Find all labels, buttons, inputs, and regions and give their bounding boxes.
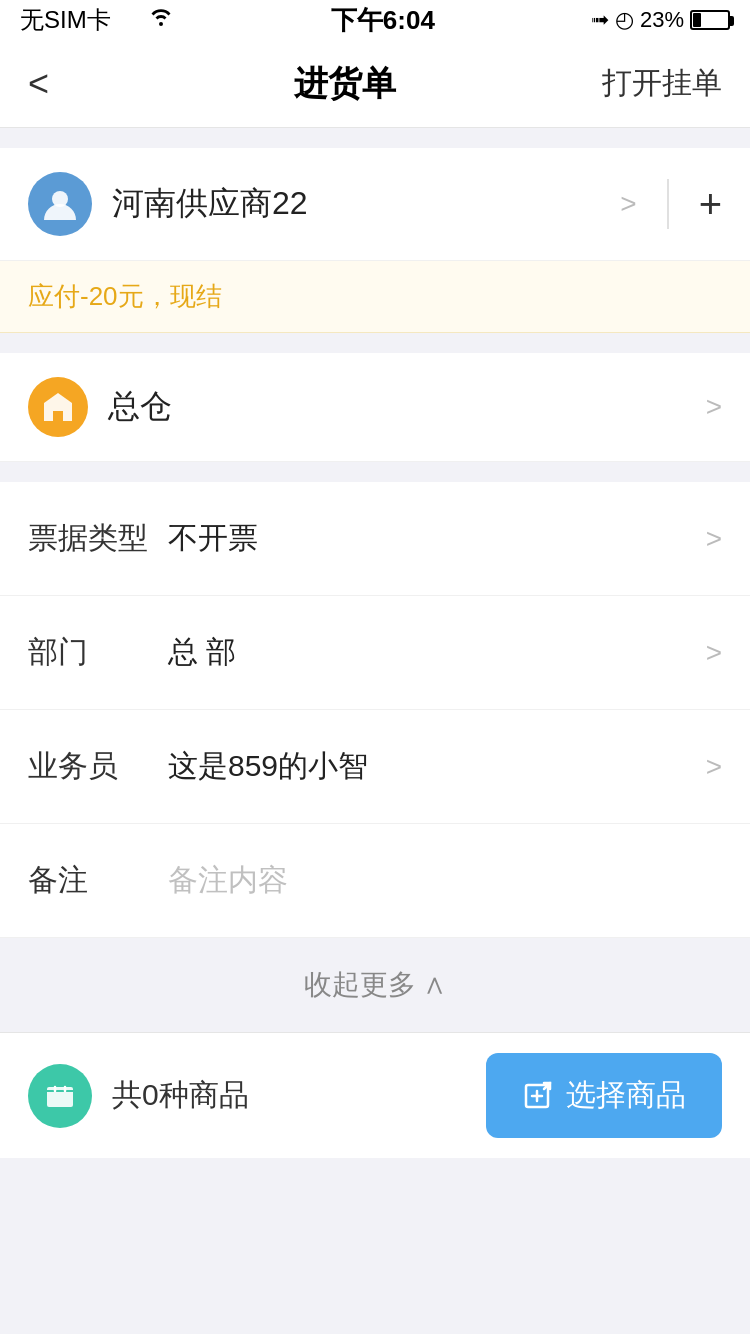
status-left: 无SIM卡 <box>20 4 175 36</box>
ticket-type-arrow: > <box>706 523 722 555</box>
divider <box>667 179 669 229</box>
salesperson-arrow: > <box>706 751 722 783</box>
ticket-type-value: 不开票 <box>168 518 696 559</box>
nav-bar: < 进货单 打开挂单 <box>0 40 750 128</box>
ticket-type-label: 票据类型 <box>28 518 168 559</box>
salesperson-label: 业务员 <box>28 746 168 787</box>
notice-text: 应付-20元，现结 <box>28 281 222 311</box>
supplier-avatar <box>28 172 92 236</box>
department-value: 总 部 <box>168 632 696 673</box>
collapse-label: 收起更多 ∧ <box>304 966 447 1004</box>
department-arrow: > <box>706 637 722 669</box>
warehouse-row[interactable]: 总仓 > <box>0 353 750 462</box>
add-button[interactable]: + <box>699 182 722 227</box>
back-button[interactable]: < <box>28 63 88 105</box>
wifi-icon <box>119 7 175 33</box>
warehouse-icon <box>28 377 88 437</box>
salesperson-row[interactable]: 业务员 这是859的小智 > <box>0 710 750 824</box>
section-gap-2 <box>0 333 750 353</box>
warehouse-chevron-icon: > <box>706 391 722 423</box>
select-product-label: 选择商品 <box>566 1075 686 1116</box>
battery-icon <box>690 10 730 30</box>
page-title: 进货单 <box>294 61 396 107</box>
supplier-name: 河南供应商22 <box>112 182 620 226</box>
collapse-button[interactable]: 收起更多 ∧ <box>0 938 750 1032</box>
product-count: 共0种商品 <box>112 1075 466 1116</box>
remark-row[interactable]: 备注 备注内容 <box>0 824 750 938</box>
supplier-section: 河南供应商22 > + 应付-20元，现结 <box>0 148 750 333</box>
department-row[interactable]: 部门 总 部 > <box>0 596 750 710</box>
form-section: 票据类型 不开票 > 部门 总 部 > 业务员 这是859的小智 > 备注 备注… <box>0 482 750 938</box>
remark-placeholder[interactable]: 备注内容 <box>168 860 722 901</box>
open-pending-button[interactable]: 打开挂单 <box>602 63 722 104</box>
section-gap-3 <box>0 462 750 482</box>
supplier-row[interactable]: 河南供应商22 > + <box>0 148 750 261</box>
salesperson-value: 这是859的小智 <box>168 746 696 787</box>
bottom-bar: 共0种商品 选择商品 <box>0 1032 750 1158</box>
warehouse-name: 总仓 <box>108 385 706 429</box>
carrier-label: 无SIM卡 <box>20 4 111 36</box>
battery-percent: 23% <box>640 7 684 33</box>
location-icon: ➟ <box>591 7 609 33</box>
department-label: 部门 <box>28 632 168 673</box>
status-right: ➟ ◴ 23% <box>591 7 730 33</box>
remark-label: 备注 <box>28 860 168 901</box>
status-bar: 无SIM卡 下午6:04 ➟ ◴ 23% <box>0 0 750 40</box>
section-gap-1 <box>0 128 750 148</box>
status-time: 下午6:04 <box>331 3 435 38</box>
notice-bar: 应付-20元，现结 <box>0 261 750 333</box>
svg-rect-1 <box>53 411 63 421</box>
select-product-button[interactable]: 选择商品 <box>486 1053 722 1138</box>
alarm-icon: ◴ <box>615 7 634 33</box>
ticket-type-row[interactable]: 票据类型 不开票 > <box>0 482 750 596</box>
supplier-chevron-icon: > <box>620 188 636 220</box>
warehouse-section: 总仓 > <box>0 353 750 462</box>
product-icon <box>28 1064 92 1128</box>
